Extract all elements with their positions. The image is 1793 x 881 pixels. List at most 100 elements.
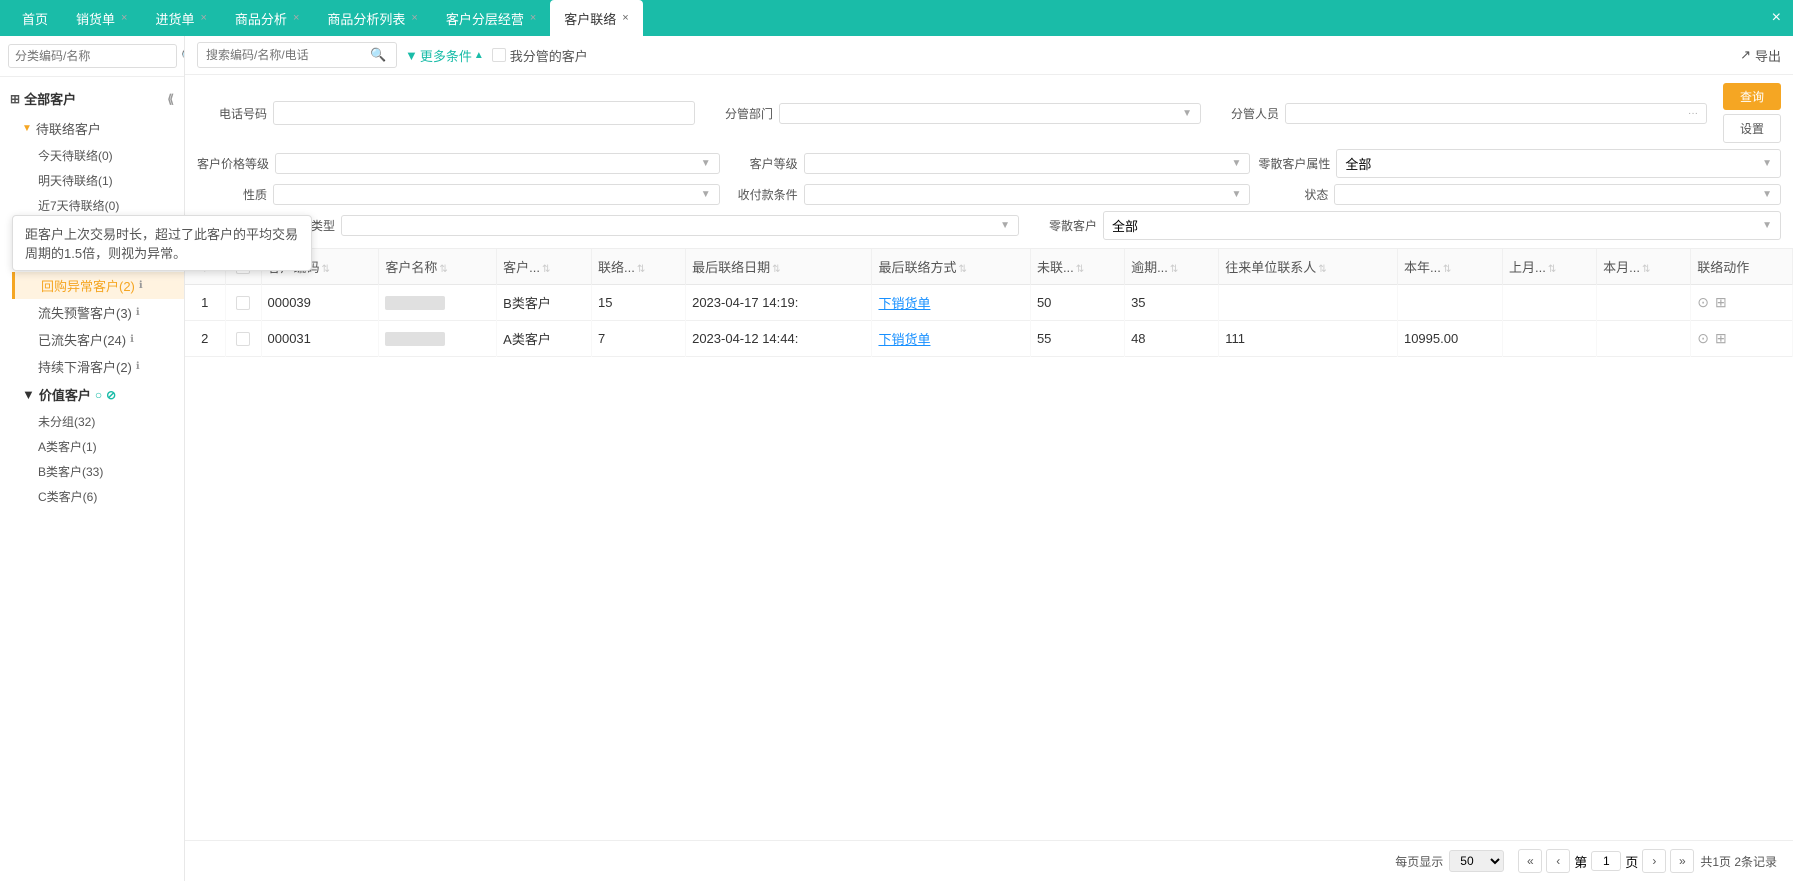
sort-icon-contact: ⇅ (637, 264, 645, 275)
nav-purchase-order[interactable]: 进货单 × (141, 0, 220, 36)
export-button[interactable]: ↗ 导出 (1740, 46, 1781, 65)
td-last-month-1 (1503, 285, 1597, 321)
collapse-icon[interactable]: ⟪ (167, 92, 174, 106)
info-icon[interactable]: ℹ (139, 280, 143, 291)
search-bar-icon: 🔍 (370, 47, 386, 63)
sidebar-search-input[interactable] (8, 44, 177, 68)
th-last-month: 上月...⇅ (1503, 249, 1597, 285)
td-type-1: B类客户 (497, 285, 592, 321)
more-filters-button[interactable]: ▼ 更多条件 ▲ (405, 46, 484, 65)
prev-page-button[interactable]: ‹ (1546, 849, 1570, 873)
sidebar-root-all-customers[interactable]: ⊞ 全部客户 ⟪ (0, 83, 184, 114)
settings-icon[interactable]: ⊘ (106, 388, 116, 402)
first-page-button[interactable]: « (1518, 849, 1542, 873)
close-all-tabs-button[interactable]: × (1772, 9, 1781, 27)
grid-icon: ⊞ (10, 92, 20, 106)
info-icon-3[interactable]: ℹ (130, 334, 134, 345)
edit-icon[interactable]: ○ (95, 388, 102, 402)
dept-select[interactable]: ▼ (779, 103, 1201, 124)
nav-customer-tier[interactable]: 客户分层经营 × (432, 0, 550, 36)
filter-cell-payment: 收付款条件 ▼ (728, 184, 1251, 205)
retail-attr-select[interactable]: 全部 ▼ (1336, 149, 1781, 178)
sidebar-item-class-a[interactable]: A类客户(1) (12, 434, 184, 459)
sidebar-item-declining[interactable]: 持续下滑客户(2) ℹ (12, 353, 184, 380)
tooltip: 距客户上次交易时长，超过了此客户的平均交易周期的1.5倍，则视为异常。 (185, 215, 312, 271)
sidebar-group-value-title: ▼ 价值客户 ○ ⊘ (12, 380, 184, 409)
nav-home[interactable]: 首页 (8, 0, 62, 36)
info-icon-4[interactable]: ℹ (136, 361, 140, 372)
td-last-method-1[interactable]: 下销货单 (872, 285, 1030, 321)
retail-customer-select[interactable]: 全部 ▼ (1103, 211, 1781, 240)
sidebar-item-today-pending[interactable]: 今天待联络(0) (12, 143, 184, 168)
phone-input[interactable] (273, 101, 695, 125)
sidebar-group-value: ▼ 价值客户 ○ ⊘ 未分组(32) A类客户(1) B类客户(33) C类客户… (0, 380, 184, 509)
setting-button[interactable]: 设置 (1723, 114, 1781, 143)
sort-icon-overdue: ⇅ (1170, 264, 1178, 275)
nav-close-sales-order[interactable]: × (121, 12, 127, 24)
my-customers-checkbox[interactable]: 我分管的客户 (492, 46, 588, 65)
grid-action-icon-2[interactable]: ⊞ (1715, 330, 1727, 347)
current-page-input[interactable] (1591, 851, 1621, 871)
price-level-label: 客户价格等级 (197, 155, 269, 172)
nav-customer-contact[interactable]: 客户联络 × (550, 0, 642, 36)
sidebar-root-label: 全部客户 (24, 89, 76, 108)
per-page-select[interactable]: 50 100 200 (1449, 850, 1504, 872)
nav-close-product-analysis[interactable]: × (293, 12, 299, 24)
sort-icon-code: ⇅ (322, 264, 330, 275)
grid-action-icon-1[interactable]: ⊞ (1715, 294, 1727, 311)
info-icon-2[interactable]: ℹ (136, 307, 140, 318)
th-type: 客户...⇅ (497, 249, 592, 285)
nav-product-analysis[interactable]: 商品分析 × (221, 0, 313, 36)
export-icon: ↗ (1740, 47, 1751, 63)
td-last-method-2[interactable]: 下销货单 (872, 321, 1030, 357)
payment-select[interactable]: ▼ (804, 184, 1251, 205)
price-level-select[interactable]: ▼ (275, 153, 720, 174)
payment-label: 收付款条件 (728, 186, 798, 203)
nav-product-analysis-list[interactable]: 商品分析列表 × (313, 0, 431, 36)
td-this-month-2 (1597, 321, 1691, 357)
customer-level-select[interactable]: ▼ (804, 153, 1251, 174)
sidebar-item-tomorrow-pending[interactable]: 明天待联络(1) (12, 168, 184, 193)
caret-down-icon-3: ▼ (701, 158, 711, 169)
sort-icon-last-month: ⇅ (1548, 264, 1556, 275)
sidebar-group-pending-title[interactable]: ▼ 待联络客户 (12, 114, 184, 143)
td-year-2: 10995.00 (1397, 321, 1502, 357)
row-checkbox-1[interactable] (236, 296, 250, 310)
filter-bar: 🔍 ▼ 更多条件 ▲ 我分管的客户 ↗ 导出 (185, 36, 1793, 75)
nav-close-customer-contact[interactable]: × (622, 12, 628, 24)
td-action-1: ⊙ ⊞ (1691, 285, 1793, 321)
person-select[interactable]: ··· (1285, 103, 1707, 124)
dept-label: 分管部门 (703, 105, 773, 122)
link-action-icon-1[interactable]: ⊙ (1697, 294, 1709, 311)
customer-type-select[interactable]: ▼ (341, 215, 1019, 236)
td-person-1 (1219, 285, 1398, 321)
filter-cell-retail-customer: 零散客户 全部 ▼ (1027, 211, 1781, 240)
th-this-year: 本年...⇅ (1397, 249, 1502, 285)
filter-btn-group: 查询 设置 (1723, 83, 1781, 143)
table-header-row: ⚙ 客户编码⇅ 客户名称⇅ 客户...⇅ 联络...⇅ 最后联络日期⇅ 最后联络… (185, 249, 1793, 285)
sidebar-item-unclassified[interactable]: 未分组(32) (12, 409, 184, 434)
search-wrap: 🔍 (197, 42, 397, 68)
sidebar-item-churned[interactable]: 已流失客户(24) ℹ (12, 326, 184, 353)
link-action-icon-2[interactable]: ⊙ (1697, 330, 1709, 347)
last-page-button[interactable]: » (1670, 849, 1694, 873)
chevron-up-icon: ▲ (474, 50, 484, 61)
sidebar-item-class-c[interactable]: C类客户(6) (12, 484, 184, 509)
search-input[interactable] (206, 48, 366, 62)
filter-row-4: ··· 客户类型 ▼ 零散客户 全部 ▼ (197, 211, 1781, 240)
nav-sales-order[interactable]: 销货单 × (62, 0, 141, 36)
nature-select[interactable]: ▼ (273, 184, 720, 205)
caret-down-icon-2: ··· (1688, 108, 1698, 119)
nav-close-purchase-order[interactable]: × (200, 12, 206, 24)
sidebar-item-repurchase-anomaly[interactable]: 回购异常客户(2) ℹ (12, 272, 184, 299)
sidebar-item-class-b[interactable]: B类客户(33) (12, 459, 184, 484)
nav-close-product-analysis-list[interactable]: × (411, 12, 417, 24)
nav-close-customer-tier[interactable]: × (530, 12, 536, 24)
next-page-button[interactable]: › (1642, 849, 1666, 873)
row-checkbox-2[interactable] (236, 332, 250, 346)
status-select[interactable]: ▼ (1334, 184, 1781, 205)
checkbox-icon[interactable] (492, 48, 506, 62)
td-check-1 (225, 285, 261, 321)
query-button[interactable]: 查询 (1723, 83, 1781, 110)
sidebar-item-churn-warning[interactable]: 流失预警客户(3) ℹ (12, 299, 184, 326)
